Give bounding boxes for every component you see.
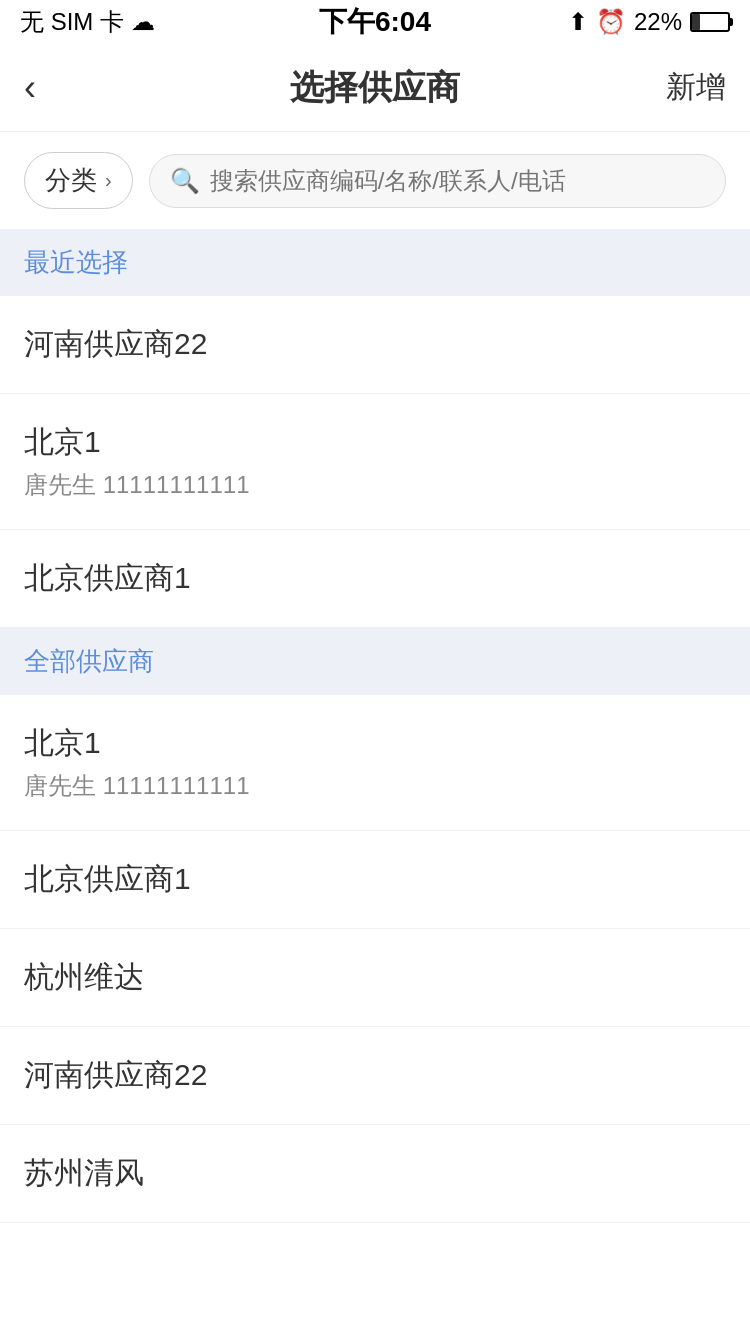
status-left: 无 SIM 卡 ☁	[20, 6, 155, 38]
back-button[interactable]: ‹	[24, 67, 84, 109]
all-section-header: 全部供应商	[0, 628, 750, 695]
list-item[interactable]: 北京供应商1	[0, 831, 750, 929]
item-name: 杭州维达	[24, 957, 726, 998]
alarm-icon: ⏰	[596, 8, 626, 36]
status-time: 下午6:04	[319, 3, 431, 41]
recent-section-header: 最近选择	[0, 229, 750, 296]
item-name: 北京1	[24, 723, 726, 764]
add-button[interactable]: 新增	[666, 67, 726, 108]
list-item[interactable]: 河南供应商22	[0, 296, 750, 394]
list-item[interactable]: 北京1 唐先生 11111111111	[0, 394, 750, 530]
status-right: ⬆ ⏰ 22%	[568, 8, 730, 36]
list-item[interactable]: 杭州维达	[0, 929, 750, 1027]
item-name: 苏州清风	[24, 1153, 726, 1194]
item-name: 河南供应商22	[24, 1055, 726, 1096]
chevron-right-icon: ›	[105, 169, 112, 192]
item-name: 北京供应商1	[24, 558, 726, 599]
list-item[interactable]: 北京1 唐先生 11111111111	[0, 695, 750, 831]
list-item[interactable]: 河南供应商22	[0, 1027, 750, 1125]
all-list: 北京1 唐先生 11111111111 北京供应商1 杭州维达河南供应商22 苏州清风	[0, 695, 750, 1223]
search-box[interactable]: 🔍	[149, 154, 726, 208]
item-detail: 唐先生 11111111111	[24, 469, 726, 501]
category-label: 分类	[45, 163, 97, 198]
list-item[interactable]: 苏州清风	[0, 1125, 750, 1223]
recent-list: 河南供应商22 北京1 唐先生 11111111111 北京供应商1	[0, 296, 750, 628]
item-name: 北京供应商1	[24, 859, 726, 900]
page-title: 选择供应商	[290, 65, 460, 111]
item-name: 河南供应商22	[24, 324, 726, 365]
filter-bar: 分类 › 🔍	[0, 132, 750, 229]
item-detail: 唐先生 11111111111	[24, 770, 726, 802]
list-item[interactable]: 北京供应商1	[0, 530, 750, 628]
sim-label: 无 SIM 卡 ☁	[20, 6, 155, 38]
location-icon: ⬆	[568, 8, 588, 36]
category-filter-button[interactable]: 分类 ›	[24, 152, 133, 209]
search-input[interactable]	[210, 167, 705, 195]
search-icon: 🔍	[170, 167, 200, 195]
battery-icon	[690, 12, 730, 32]
nav-bar: ‹ 选择供应商 新增	[0, 44, 750, 132]
battery-percent: 22%	[634, 8, 682, 36]
status-bar: 无 SIM 卡 ☁ 下午6:04 ⬆ ⏰ 22%	[0, 0, 750, 44]
item-name: 北京1	[24, 422, 726, 463]
